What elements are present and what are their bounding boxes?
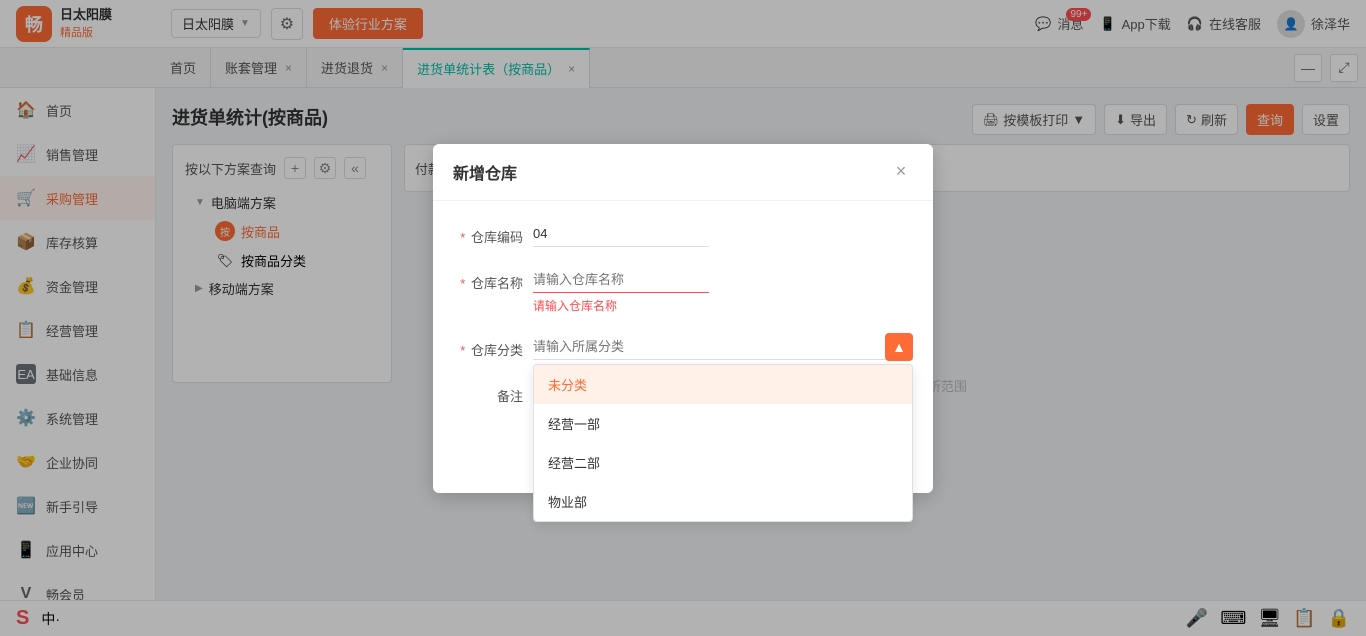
code-input[interactable] (533, 221, 709, 247)
notes-label: 备注 (453, 380, 533, 405)
name-input[interactable] (533, 267, 709, 293)
dropdown-item-dept2[interactable]: 经营二部 (534, 443, 912, 482)
dropdown-item-dept3[interactable]: 物业部 (534, 482, 912, 521)
category-field-row: * 仓库分类 ▲ 未分类 经营一部 经营二部 物业部 (453, 334, 913, 360)
category-dropdown-list: 未分类 经营一部 经营二部 物业部 (533, 364, 913, 522)
dropdown-item-unclassified[interactable]: 未分类 (534, 365, 912, 404)
category-input[interactable] (533, 334, 913, 360)
category-label: * 仓库分类 (453, 334, 533, 359)
code-label: * 仓库编码 (453, 221, 533, 246)
code-field-row: * 仓库编码 (453, 221, 913, 247)
modal-header: 新增仓库 × (433, 144, 933, 201)
modal-close-button[interactable]: × (889, 160, 913, 184)
modal-overlay[interactable]: 新增仓库 × * 仓库编码 * 仓库名称 (0, 0, 1366, 636)
name-label: * 仓库名称 (453, 267, 533, 292)
modal-body: * 仓库编码 * 仓库名称 请输入仓库名称 (433, 201, 933, 406)
new-warehouse-modal: 新增仓库 × * 仓库编码 * 仓库名称 (433, 144, 933, 493)
name-field-row: * 仓库名称 请输入仓库名称 (453, 267, 913, 314)
category-dropdown-wrapper: ▲ 未分类 经营一部 经营二部 物业部 (533, 334, 913, 360)
modal-title: 新增仓库 (453, 160, 517, 184)
dropdown-item-dept1[interactable]: 经营一部 (534, 404, 912, 443)
category-dropdown-toggle[interactable]: ▲ (885, 333, 913, 361)
code-input-wrapper (533, 221, 913, 247)
name-error-tip: 请输入仓库名称 (533, 297, 913, 314)
name-input-wrapper: 请输入仓库名称 (533, 267, 913, 314)
